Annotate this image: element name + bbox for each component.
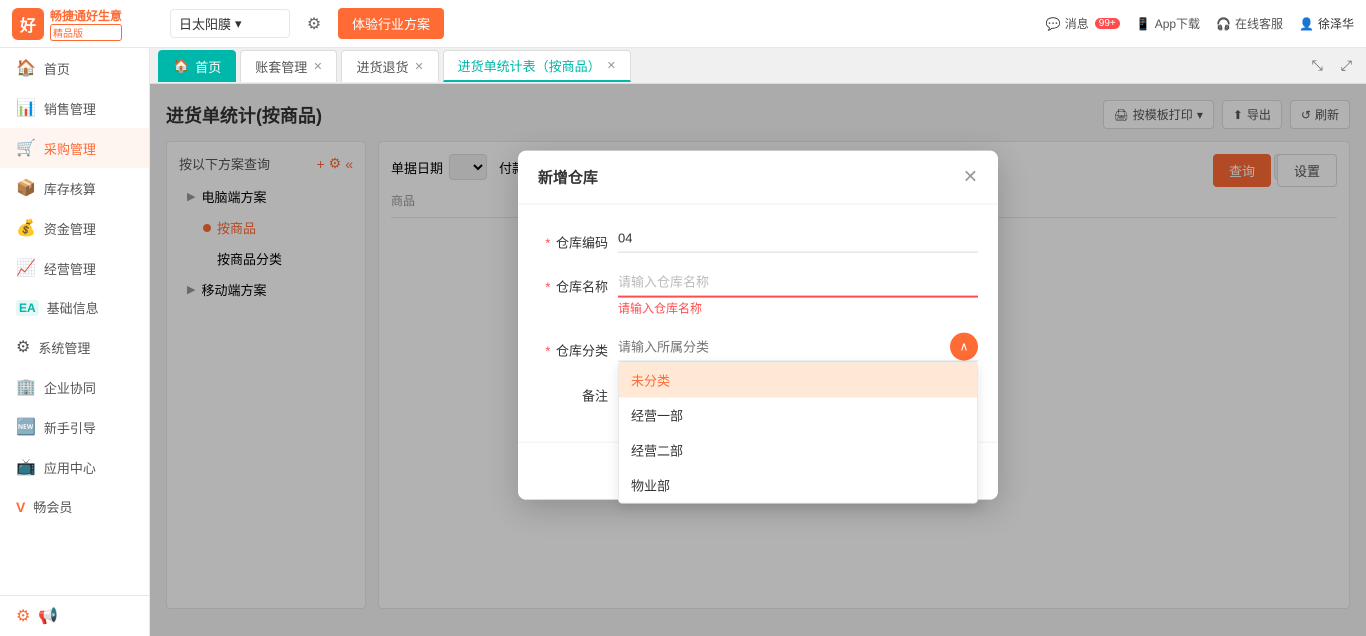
sidebar-item-finance[interactable]: 💰 资金管理 (0, 208, 149, 248)
sidebar-item-inventory[interactable]: 📦 库存核算 (0, 168, 149, 208)
trial-button[interactable]: 体验行业方案 (338, 8, 444, 39)
modal-close-button[interactable]: ✕ (963, 167, 978, 188)
tab-account[interactable]: 账套管理 ✕ (240, 50, 337, 82)
headset-icon: 🎧 (1216, 17, 1231, 31)
sidebar-item-system[interactable]: ⚙ 系统管理 (0, 327, 149, 367)
service-item[interactable]: 🎧 在线客服 (1216, 15, 1283, 32)
sales-icon: 📊 (16, 98, 36, 118)
modal-title: 新增仓库 (538, 167, 598, 188)
sidebar-item-vip[interactable]: V 畅会员 (0, 487, 149, 526)
sidebar: 🏠 首页 📊 销售管理 🛒 采购管理 📦 库存核算 💰 资金管理 📈 经营管理 … (0, 48, 150, 636)
sidebar-item-home[interactable]: 🏠 首页 (0, 48, 149, 88)
guide-icon: 🆕 (16, 417, 36, 437)
finance-icon: 💰 (16, 218, 36, 238)
code-input[interactable] (618, 225, 978, 253)
message-item[interactable]: 💬 消息 99+ (1046, 15, 1120, 32)
home-icon: 🏠 (16, 58, 36, 78)
name-field-wrap: 请输入仓库名称 (618, 269, 978, 317)
sidebar-item-purchase[interactable]: 🛒 采购管理 (0, 128, 149, 168)
home-tab-icon: 🏠 (173, 58, 189, 74)
tab-purchase-return[interactable]: 进货退货 ✕ (341, 50, 438, 82)
basic-info-icon: EA (16, 300, 39, 316)
chevron-down-icon: ▾ (235, 16, 242, 32)
message-icon: 💬 (1046, 17, 1061, 31)
user-item[interactable]: 👤 徐泽华 (1299, 15, 1354, 32)
note-label: 备注 (538, 378, 618, 405)
category-toggle-button[interactable]: ∧ (950, 333, 978, 361)
purchase-icon: 🛒 (16, 138, 36, 158)
tab-home[interactable]: 🏠 首页 (158, 50, 236, 82)
code-row: * 仓库编码 (538, 225, 978, 253)
sidebar-item-apps[interactable]: 📺 应用中心 (0, 447, 149, 487)
modal-body: * 仓库编码 * 仓库名称 请输入仓库名称 (518, 205, 998, 442)
tab-purchase-stats[interactable]: 进货单统计表（按商品） ✕ (443, 50, 631, 82)
sidebar-item-operations[interactable]: 📈 经营管理 (0, 248, 149, 288)
dropdown-option-property[interactable]: 物业部 (619, 468, 977, 503)
tab-bar: 🏠 首页 账套管理 ✕ 进货退货 ✕ 进货单统计表（按商品） ✕ ⤡ ⤢ (150, 48, 1366, 84)
add-warehouse-modal: 新增仓库 ✕ * 仓库编码 * (518, 151, 998, 500)
main-content: 🏠 首页 账套管理 ✕ 进货退货 ✕ 进货单统计表（按商品） ✕ ⤡ ⤢ (150, 48, 1366, 636)
tab-bar-actions: ⤡ ⤢ (1306, 55, 1358, 76)
settings-bottom-icon[interactable]: ⚙ (16, 606, 30, 626)
logo-icon: 好 (12, 8, 44, 40)
modal-header: 新增仓库 ✕ (518, 151, 998, 205)
sidebar-bottom: ⚙ 📢 (0, 595, 149, 636)
category-label: * 仓库分类 (538, 333, 618, 360)
code-label: * 仓库编码 (538, 225, 618, 252)
top-header: 好 畅捷通好生意 精品版 日太阳膜 ▾ ⚙ 体验行业方案 💬 消息 99+ 📱 … (0, 0, 1366, 48)
dropdown-option-ops1[interactable]: 经营一部 (619, 398, 977, 433)
name-error-msg: 请输入仓库名称 (618, 300, 978, 317)
name-row: * 仓库名称 请输入仓库名称 (538, 269, 978, 317)
tab-close-purchase-return[interactable]: ✕ (414, 60, 423, 73)
notification-badge: 99+ (1095, 18, 1120, 29)
tab-close-purchase-stats[interactable]: ✕ (607, 59, 616, 72)
vip-icon: V (16, 499, 25, 515)
category-input[interactable] (618, 333, 950, 360)
phone-icon: 📱 (1136, 17, 1151, 31)
header-right: 💬 消息 99+ 📱 App下载 🎧 在线客服 👤 徐泽华 (1046, 15, 1354, 32)
tab-restore-button[interactable]: ⤡ (1306, 55, 1329, 76)
operations-icon: 📈 (16, 258, 36, 278)
speaker-icon[interactable]: 📢 (38, 606, 58, 626)
name-input[interactable] (618, 269, 978, 298)
inventory-icon: 📦 (16, 178, 36, 198)
settings-icon[interactable]: ⚙ (298, 8, 330, 40)
category-row: * 仓库分类 ∧ 未分类 经营一部 经营二部 (538, 333, 978, 362)
tab-close-account[interactable]: ✕ (313, 60, 322, 73)
logo-text: 畅捷通好生意 精品版 (50, 7, 122, 41)
user-icon: 👤 (1299, 17, 1314, 31)
sidebar-item-guide[interactable]: 🆕 新手引导 (0, 407, 149, 447)
sidebar-item-enterprise[interactable]: 🏢 企业协同 (0, 367, 149, 407)
apps-icon: 📺 (16, 457, 36, 477)
category-dropdown-wrap: ∧ 未分类 经营一部 经营二部 物业部 (618, 333, 978, 362)
sidebar-item-basic-info[interactable]: EA 基础信息 (0, 288, 149, 327)
content-area: 进货单统计(按商品) 🖨 按模板打印 ▾ ⬆ 导出 ↺ 刷新 (150, 84, 1366, 636)
sidebar-item-sales[interactable]: 📊 销售管理 (0, 88, 149, 128)
dropdown-option-ops2[interactable]: 经营二部 (619, 433, 977, 468)
dropdown-option-uncategorized[interactable]: 未分类 (619, 363, 977, 398)
category-dropdown-list: 未分类 经营一部 经营二部 物业部 (618, 362, 978, 504)
name-label: * 仓库名称 (538, 269, 618, 296)
tab-maximize-button[interactable]: ⤢ (1335, 55, 1358, 76)
system-icon: ⚙ (16, 337, 30, 357)
main-layout: 🏠 首页 📊 销售管理 🛒 采购管理 📦 库存核算 💰 资金管理 📈 经营管理 … (0, 48, 1366, 636)
store-selector[interactable]: 日太阳膜 ▾ (170, 9, 290, 38)
app-download-item[interactable]: 📱 App下载 (1136, 15, 1200, 32)
logo-area: 好 畅捷通好生意 精品版 (12, 7, 162, 41)
category-input-row: ∧ (618, 333, 978, 362)
enterprise-icon: 🏢 (16, 377, 36, 397)
